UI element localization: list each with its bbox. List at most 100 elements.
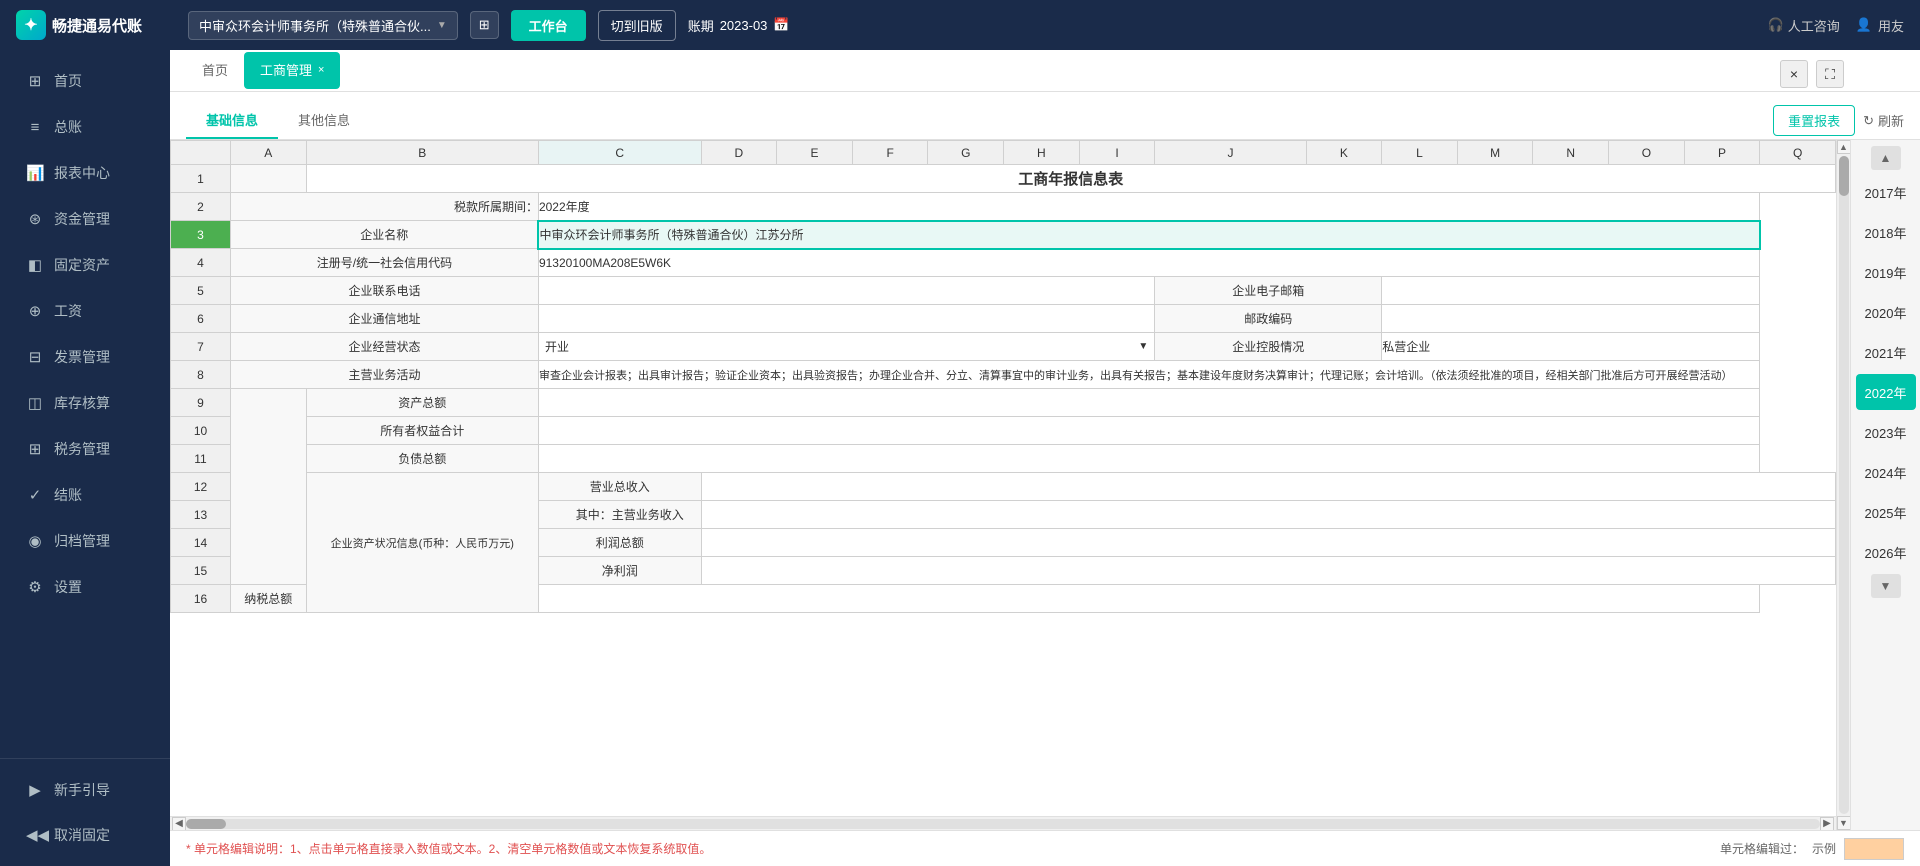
cell-7c[interactable]: 开业 ▼: [538, 333, 1154, 361]
vscroll-thumb[interactable]: [1839, 156, 1849, 196]
cell-10c[interactable]: [538, 417, 1759, 445]
col-header-q: Q: [1760, 141, 1836, 165]
capital-icon: ⊛: [26, 210, 44, 228]
sidebar-item-new-guide[interactable]: ▶ 新手引导: [6, 768, 164, 812]
cell-7l[interactable]: 私营企业: [1382, 333, 1760, 361]
sidebar-item-inventory[interactable]: ◫ 库存核算: [6, 381, 164, 425]
year-item-2018[interactable]: 2018年: [1856, 214, 1916, 250]
cell-5j[interactable]: 企业电子邮箱: [1155, 277, 1382, 305]
sidebar-item-invoice[interactable]: ⊟ 发票管理: [6, 335, 164, 379]
year-item-2026[interactable]: 2026年: [1856, 534, 1916, 570]
cell-9a[interactable]: [231, 389, 307, 585]
year-item-2020[interactable]: 2020年: [1856, 294, 1916, 330]
sidebar-item-tax[interactable]: ⊞ 税务管理: [6, 427, 164, 471]
reset-report-button[interactable]: 重置报表: [1773, 105, 1855, 136]
cell-15c[interactable]: [701, 557, 1835, 585]
cell-11c[interactable]: [538, 445, 1759, 473]
year-item-2019[interactable]: 2019年: [1856, 254, 1916, 290]
cell-7j[interactable]: 企业控股情况: [1155, 333, 1382, 361]
cell-6l[interactable]: [1382, 305, 1760, 333]
user-area[interactable]: 👤 用友: [1856, 16, 1904, 35]
enterprise-status-dropdown[interactable]: 开业 ▼: [539, 334, 1154, 359]
cell-9c[interactable]: [538, 389, 1759, 417]
year-item-2025[interactable]: 2025年: [1856, 494, 1916, 530]
calendar-icon[interactable]: 📅: [773, 17, 789, 33]
year-item-2023[interactable]: 2023年: [1856, 414, 1916, 450]
tab-close-icon[interactable]: ×: [318, 64, 324, 76]
cell-9b[interactable]: 资产总额: [306, 389, 538, 417]
cell-11b[interactable]: 负债总额: [306, 445, 538, 473]
cell-13c[interactable]: [701, 501, 1835, 529]
panel-down-arrow[interactable]: ▼: [1871, 574, 1901, 598]
cell-5c[interactable]: [538, 277, 1154, 305]
sidebar-pin-button[interactable]: ◀◀ 取消固定: [6, 813, 164, 857]
year-item-2024[interactable]: 2024年: [1856, 454, 1916, 490]
vscroll-track[interactable]: [1839, 156, 1849, 814]
company-settings-button[interactable]: ⊞: [470, 11, 499, 39]
company-selector[interactable]: 中审众环会计师事务所（特殊普通合伙... ▼: [188, 11, 458, 40]
cell-16c[interactable]: [538, 585, 1759, 613]
scroll-right-arrow[interactable]: ▶: [1820, 817, 1834, 831]
col-header-j: J: [1155, 141, 1306, 165]
sidebar-item-home[interactable]: ⊞ 首页: [6, 59, 164, 103]
col-header-m: M: [1457, 141, 1533, 165]
cell-14c[interactable]: [701, 529, 1835, 557]
sub-tab-other[interactable]: 其他信息: [278, 102, 370, 139]
sidebar-item-settings[interactable]: ⚙ 设置: [6, 565, 164, 609]
scroll-down-arrow[interactable]: ▼: [1837, 816, 1851, 830]
old-version-button[interactable]: 切到旧版: [598, 10, 676, 41]
sidebar-item-fixed-assets[interactable]: ◧ 固定资产: [6, 243, 164, 287]
cell-4c[interactable]: 91320100MA208E5W6K: [538, 249, 1759, 277]
scroll-up-arrow[interactable]: ▲: [1837, 140, 1851, 154]
horizontal-scrollbar[interactable]: ◀ ▶: [170, 816, 1836, 830]
table-scroll[interactable]: A B C D E F G H I J: [170, 140, 1836, 816]
table-row: 6 企业通信地址 邮政编码: [171, 305, 1836, 333]
cell-5a[interactable]: 企业联系电话: [231, 277, 539, 305]
cell-15b[interactable]: 净利润: [538, 557, 701, 585]
year-item-2022[interactable]: 2022年: [1856, 374, 1916, 410]
workbench-button[interactable]: 工作台: [511, 10, 586, 41]
cell-1-title[interactable]: 工商年报信息表: [306, 165, 1835, 193]
cell-14b[interactable]: 利润总额: [538, 529, 701, 557]
cell-16b[interactable]: 纳税总额: [231, 585, 307, 613]
scroll-left-arrow[interactable]: ◀: [172, 817, 186, 831]
tab-home-label: 首页: [202, 60, 228, 79]
cell-12b[interactable]: 营业总收入: [538, 473, 701, 501]
cell-3a[interactable]: 企业名称: [231, 221, 539, 249]
cell-12c[interactable]: [701, 473, 1835, 501]
hscroll-track[interactable]: [186, 819, 1820, 829]
year-item-2021[interactable]: 2021年: [1856, 334, 1916, 370]
sidebar-item-payroll[interactable]: ⊕ 工资: [6, 289, 164, 333]
hscroll-thumb[interactable]: [186, 819, 226, 829]
cell-2a[interactable]: 税款所属期间：: [231, 193, 539, 221]
sidebar-item-archive[interactable]: ◉ 归档管理: [6, 519, 164, 563]
panel-up-arrow[interactable]: ▲: [1871, 146, 1901, 170]
content-area: 首页 工商管理 × 基础信息 其他信息 重置报表: [170, 50, 1920, 866]
refresh-button[interactable]: ↻ 刷新: [1863, 111, 1904, 130]
cell-5l[interactable]: [1382, 277, 1760, 305]
cell-6c[interactable]: [538, 305, 1154, 333]
service-button[interactable]: 🎧 人工咨询: [1768, 16, 1840, 35]
sidebar-item-general-ledger[interactable]: ≡ 总账: [6, 105, 164, 149]
tab-industry[interactable]: 工商管理 ×: [244, 52, 340, 89]
sidebar-item-capital[interactable]: ⊛ 资金管理: [6, 197, 164, 241]
cell-8a[interactable]: 主营业务活动: [231, 361, 539, 389]
sidebar-item-general-ledger-label: 总账: [54, 117, 82, 137]
cell-13b[interactable]: 其中：主营业务收入: [538, 501, 701, 529]
cell-3c[interactable]: 中审众环会计师事务所（特殊普通合伙）江苏分所: [538, 221, 1759, 249]
cell-4a[interactable]: 注册号/统一社会信用代码: [231, 249, 539, 277]
cell-2c[interactable]: 2022年度: [538, 193, 1759, 221]
cell-6j[interactable]: 邮政编码: [1155, 305, 1382, 333]
vertical-scrollbar[interactable]: ▲ ▼: [1836, 140, 1850, 830]
sidebar-item-report-center[interactable]: 📊 报表中心: [6, 151, 164, 195]
sidebar-item-closing[interactable]: ✓ 结账: [6, 473, 164, 517]
cell-10b[interactable]: 所有者权益合计: [306, 417, 538, 445]
cell-7a[interactable]: 企业经营状态: [231, 333, 539, 361]
cell-12ab[interactable]: 企业资产状况信息(币种：人民币万元): [306, 473, 538, 613]
sub-tab-basic[interactable]: 基础信息: [186, 102, 278, 139]
cell-1a[interactable]: [231, 165, 307, 193]
cell-8c[interactable]: 审查企业会计报表；出具审计报告；验证企业资本；出具验资报告；办理企业合并、分立、…: [538, 361, 1759, 389]
tab-home[interactable]: 首页: [186, 52, 244, 89]
cell-6a[interactable]: 企业通信地址: [231, 305, 539, 333]
year-item-2017[interactable]: 2017年: [1856, 174, 1916, 210]
